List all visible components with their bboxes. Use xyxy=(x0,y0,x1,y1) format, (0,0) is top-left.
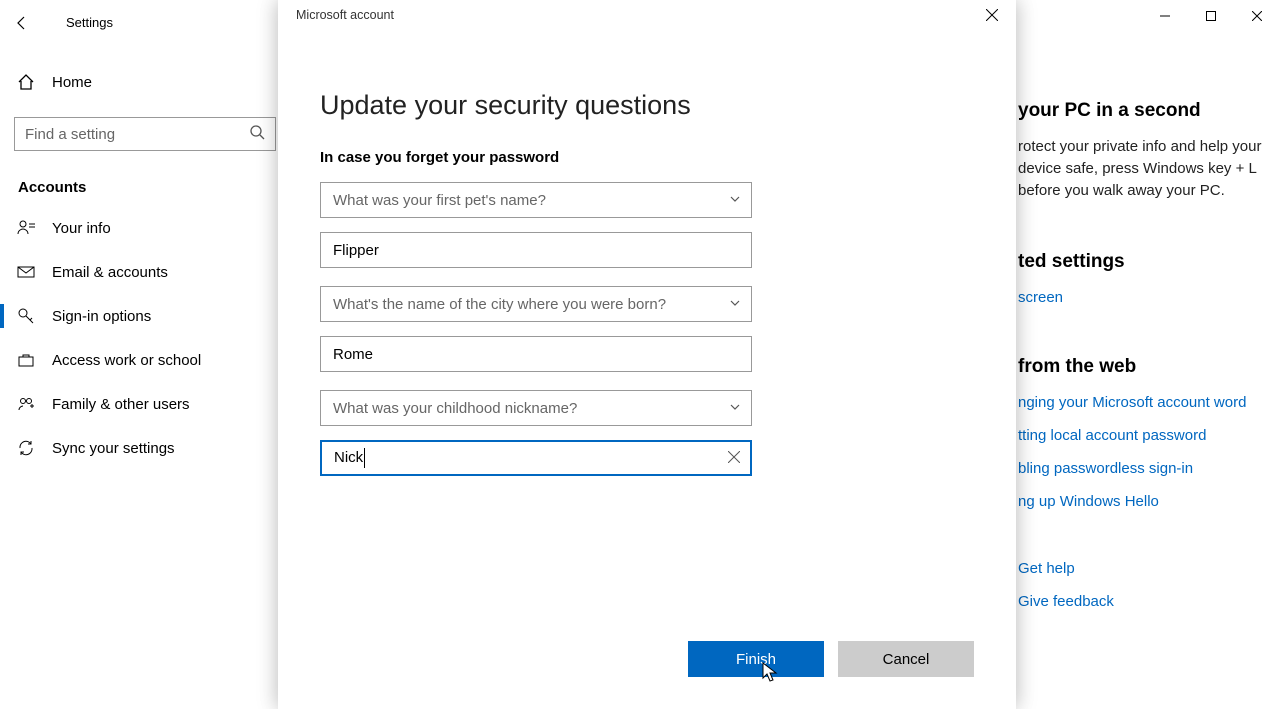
security-questions-dialog: Microsoft account Update your security q… xyxy=(278,0,1016,709)
question-2-select[interactable]: What's the name of the city where you we… xyxy=(320,286,752,322)
answer-1-value: Flipper xyxy=(333,242,379,259)
dialog-subtitle: In case you forget your password xyxy=(320,149,974,166)
chevron-down-icon xyxy=(729,192,741,209)
answer-1-input[interactable]: Flipper xyxy=(320,232,752,268)
finish-button[interactable]: Finish xyxy=(688,641,824,677)
question-1-select[interactable]: What was your first pet's name? xyxy=(320,182,752,218)
answer-2-input[interactable]: Rome xyxy=(320,336,752,372)
clear-input-icon[interactable] xyxy=(728,450,740,467)
dialog-backdrop: Microsoft account Update your security q… xyxy=(0,0,1280,709)
answer-2-value: Rome xyxy=(333,346,373,363)
question-1-value: What was your first pet's name? xyxy=(333,192,546,209)
chevron-down-icon xyxy=(729,400,741,417)
question-2-value: What's the name of the city where you we… xyxy=(333,296,666,313)
dialog-title: Microsoft account xyxy=(296,8,394,22)
cancel-button[interactable]: Cancel xyxy=(838,641,974,677)
dialog-header: Microsoft account xyxy=(278,0,1016,30)
chevron-down-icon xyxy=(729,296,741,313)
dialog-buttons: Finish Cancel xyxy=(688,641,974,677)
answer-3-input[interactable]: Nick xyxy=(320,440,752,476)
dialog-close-button[interactable] xyxy=(982,5,1002,25)
question-3-value: What was your childhood nickname? xyxy=(333,400,577,417)
dialog-body: Update your security questions In case y… xyxy=(278,30,1016,476)
dialog-heading: Update your security questions xyxy=(320,90,974,121)
answer-3-value: Nick xyxy=(334,449,363,466)
question-3-select[interactable]: What was your childhood nickname? xyxy=(320,390,752,426)
